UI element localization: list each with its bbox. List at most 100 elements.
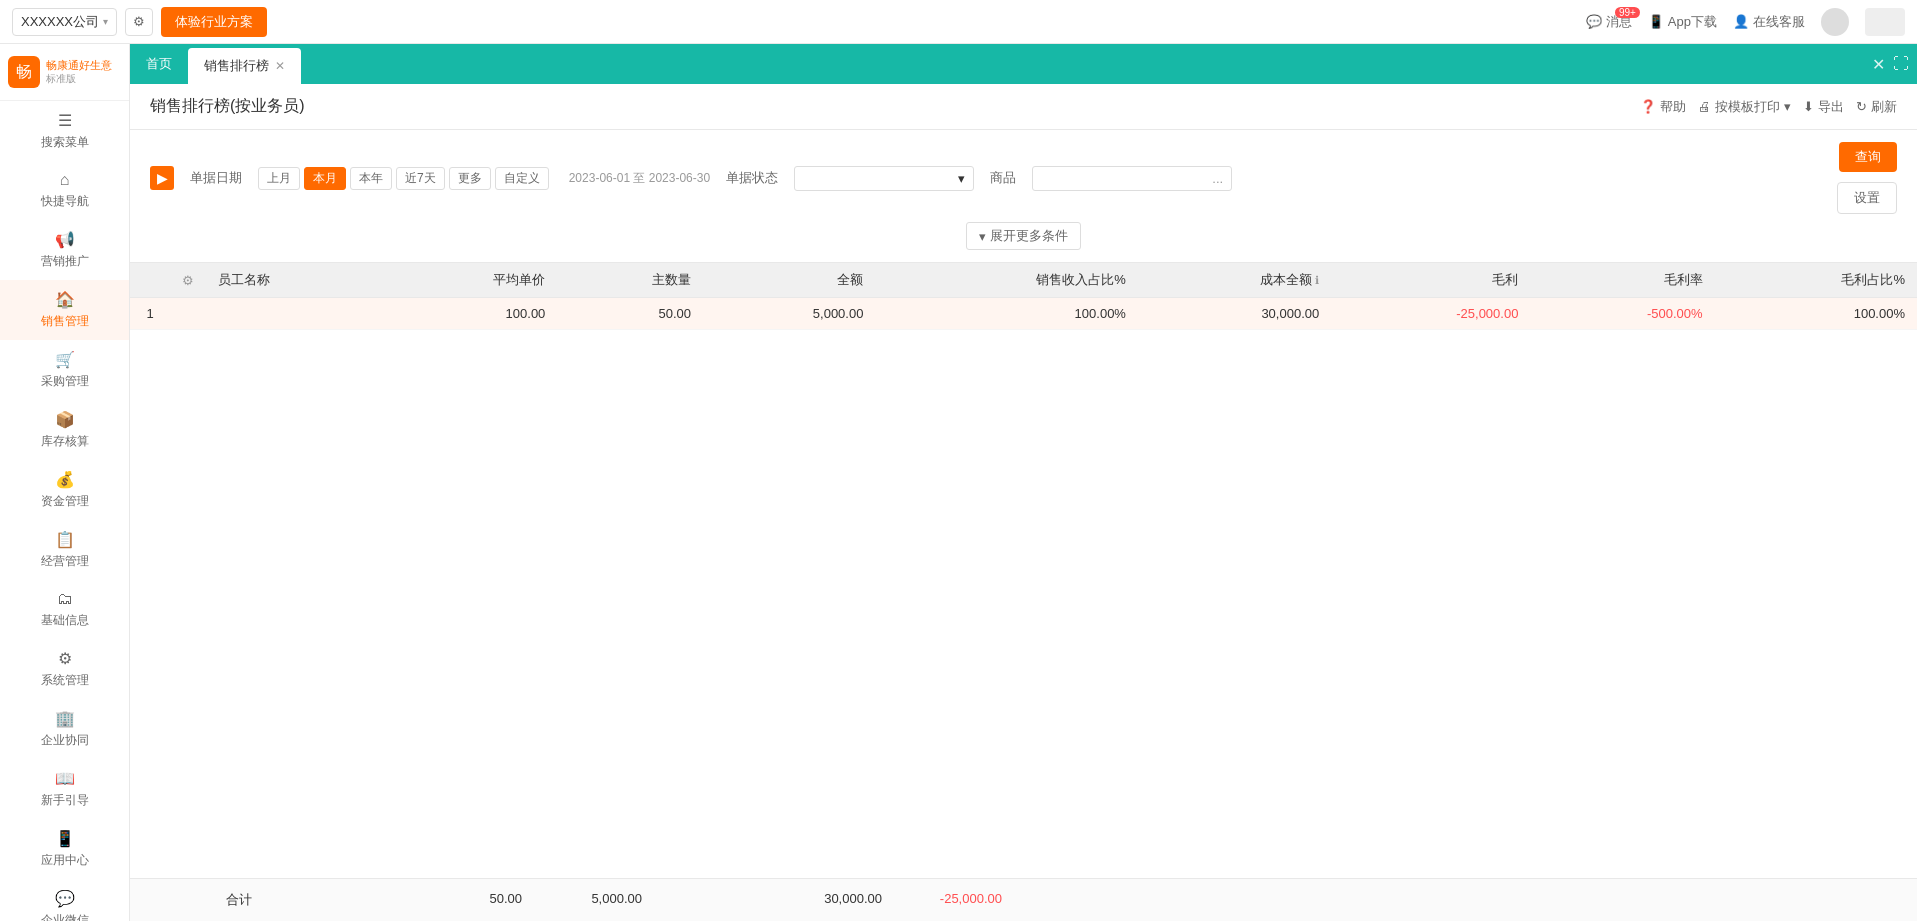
sales-icon: 🏠 <box>55 290 75 309</box>
sidebar-item-label: 快捷导航 <box>41 193 89 210</box>
cell-amount: 5,000.00 <box>703 298 875 330</box>
sidebar-item-guide[interactable]: 📖 新手引导 <box>0 759 129 819</box>
date-btn-current-month[interactable]: 本月 <box>304 167 346 190</box>
goods-input[interactable]: ... <box>1032 166 1232 191</box>
sidebar-item-label: 搜索菜单 <box>41 134 89 151</box>
date-range-display: 2023-06-01 至 2023-06-30 <box>569 170 710 187</box>
expand-conditions-button[interactable]: ▾ 展开更多条件 <box>966 222 1081 250</box>
print-icon: 🖨 <box>1698 99 1711 114</box>
col-settings-icon[interactable]: ⚙ <box>182 273 194 288</box>
avatar[interactable] <box>1821 8 1849 36</box>
sidebar-item-purchase[interactable]: 🛒 采购管理 <box>0 340 129 400</box>
col-main-qty: 主数量 <box>557 263 703 298</box>
footer-main-qty: 50.00 <box>434 887 534 913</box>
sidebar-item-label: 企业微信 <box>41 912 89 921</box>
col-profit: 毛利 <box>1331 263 1530 298</box>
date-btn-custom[interactable]: 自定义 <box>495 167 549 190</box>
sidebar-item-label: 企业协同 <box>41 732 89 749</box>
tab-sales-rank[interactable]: 销售排行榜 ✕ <box>188 48 301 84</box>
app-icon: 📱 <box>1648 14 1664 29</box>
logo-icon: 畅 <box>8 56 40 88</box>
message-button[interactable]: 💬 消息 99+ <box>1586 13 1632 31</box>
date-btn-current-year[interactable]: 本年 <box>350 167 392 190</box>
status-select[interactable]: ▾ <box>794 166 974 191</box>
table-footer: 合计 50.00 5,000.00 30,000.00 -25,000.00 <box>130 878 1917 921</box>
print-label: 按模板打印 <box>1715 98 1780 116</box>
goods-more-icon[interactable]: ... <box>1212 171 1223 186</box>
date-btn-last7days[interactable]: 近7天 <box>396 167 445 190</box>
footer-label: 合计 <box>214 887 334 913</box>
app-center-icon: 📱 <box>55 829 75 848</box>
date-btn-more[interactable]: 更多 <box>449 167 491 190</box>
sidebar-item-sales[interactable]: 🏠 销售管理 <box>0 280 129 340</box>
col-settings[interactable]: ⚙ <box>170 263 206 298</box>
sidebar-item-system[interactable]: ⚙ 系统管理 <box>0 639 129 699</box>
status-filter-label: 单据状态 <box>726 169 778 187</box>
sidebar-item-app-center[interactable]: 📱 应用中心 <box>0 819 129 879</box>
help-button[interactable]: ❓ 帮助 <box>1640 98 1686 116</box>
export-button[interactable]: ⬇ 导出 <box>1803 98 1844 116</box>
query-button[interactable]: 查询 <box>1839 142 1897 172</box>
col-profit-rate: 毛利率 <box>1530 263 1714 298</box>
footer-empty <box>142 887 214 913</box>
filter-settings-button[interactable]: 设置 <box>1837 182 1897 214</box>
inventory-icon: 📦 <box>55 410 75 429</box>
company-name: XXXXXX公司 <box>21 13 99 31</box>
col-avg-price: 平均单价 <box>382 263 558 298</box>
cell-profit-pct: 100.00% <box>1715 298 1917 330</box>
tab-close-all-icon[interactable]: ✕ <box>1872 55 1885 74</box>
enterprise-icon: 🏢 <box>55 709 75 728</box>
filter-row: ▶ 单据日期 上月 本月 本年 近7天 更多 自定义 2023-06-01 至 … <box>150 142 1897 214</box>
online-service-button[interactable]: 👤 在线客服 <box>1733 13 1805 31</box>
filter-toggle-button[interactable]: ▶ <box>150 166 174 190</box>
footer-cost: 30,000.00 <box>774 887 894 913</box>
sidebar-item-label: 新手引导 <box>41 792 89 809</box>
export-icon: ⬇ <box>1803 99 1814 114</box>
sidebar-item-inventory[interactable]: 📦 库存核算 <box>0 400 129 460</box>
company-selector[interactable]: XXXXXX公司 ▾ <box>12 8 117 36</box>
tab-close-icon[interactable]: ✕ <box>275 59 285 73</box>
cell-sales-pct: 100.00% <box>875 298 1138 330</box>
refresh-button[interactable]: ↻ 刷新 <box>1856 98 1897 116</box>
service-icon: 👤 <box>1733 14 1749 29</box>
sidebar-item-label: 基础信息 <box>41 612 89 629</box>
tab-home[interactable]: 首页 <box>130 44 188 84</box>
col-cost: 成本全额 ℹ <box>1138 263 1331 298</box>
filter-area: ▶ 单据日期 上月 本月 本年 近7天 更多 自定义 2023-06-01 至 … <box>130 130 1917 263</box>
sidebar-item-quick-nav[interactable]: ⌂ 快捷导航 <box>0 161 129 220</box>
tab-fullscreen-icon[interactable]: ⛶ <box>1893 55 1909 73</box>
print-button[interactable]: 🖨 按模板打印 ▾ <box>1698 98 1791 116</box>
sidebar-item-operations[interactable]: 📋 经营管理 <box>0 520 129 580</box>
footer-profit: -25,000.00 <box>894 887 1014 913</box>
help-icon: ❓ <box>1640 99 1656 114</box>
sidebar-item-wechat[interactable]: 💬 企业微信 <box>0 879 129 921</box>
app-download-button[interactable]: 📱 App下载 <box>1648 13 1717 31</box>
table-row[interactable]: 1 100.00 50.00 5,000.00 100.00% 30,000.0… <box>130 298 1917 330</box>
table-wrapper: ⚙ 员工名称 平均单价 主数量 全额 销售收入占比% 成本全额 ℹ 毛利 毛利率 <box>130 263 1917 878</box>
col-amount: 全额 <box>703 263 875 298</box>
sidebar-item-search-order[interactable]: ☰ 搜索菜单 <box>0 101 129 161</box>
sidebar-item-label: 库存核算 <box>41 433 89 450</box>
service-label: 在线客服 <box>1753 13 1805 31</box>
tab-bar: 首页 销售排行榜 ✕ ✕ ⛶ <box>130 44 1917 84</box>
table-area: ⚙ 员工名称 平均单价 主数量 全额 销售收入占比% 成本全额 ℹ 毛利 毛利率 <box>130 263 1917 921</box>
chevron-down-icon: ▾ <box>103 16 108 27</box>
col-rank <box>130 263 170 298</box>
wechat-icon: 💬 <box>55 889 75 908</box>
sidebar-item-basic-info[interactable]: 🗂 基础信息 <box>0 580 129 639</box>
status-select-chevron: ▾ <box>958 171 965 186</box>
refresh-icon: ↻ <box>1856 99 1867 114</box>
sidebar-item-enterprise[interactable]: 🏢 企业协同 <box>0 699 129 759</box>
trial-button[interactable]: 体验行业方案 <box>161 7 267 37</box>
system-icon: ⚙ <box>58 649 72 668</box>
settings-icon[interactable]: ⚙ <box>125 8 153 36</box>
guide-icon: 📖 <box>55 769 75 788</box>
quick-nav-icon: ⌂ <box>60 171 70 189</box>
logo-text: 畅康通好生意 <box>46 58 112 72</box>
cell-cost: 30,000.00 <box>1138 298 1331 330</box>
cell-profit: -25,000.00 <box>1331 298 1530 330</box>
sidebar-item-marketing[interactable]: 📢 营销推广 <box>0 220 129 280</box>
date-btn-prev-month[interactable]: 上月 <box>258 167 300 190</box>
tab-bar-right: ✕ ⛶ <box>1872 55 1917 74</box>
sidebar-item-finance[interactable]: 💰 资金管理 <box>0 460 129 520</box>
